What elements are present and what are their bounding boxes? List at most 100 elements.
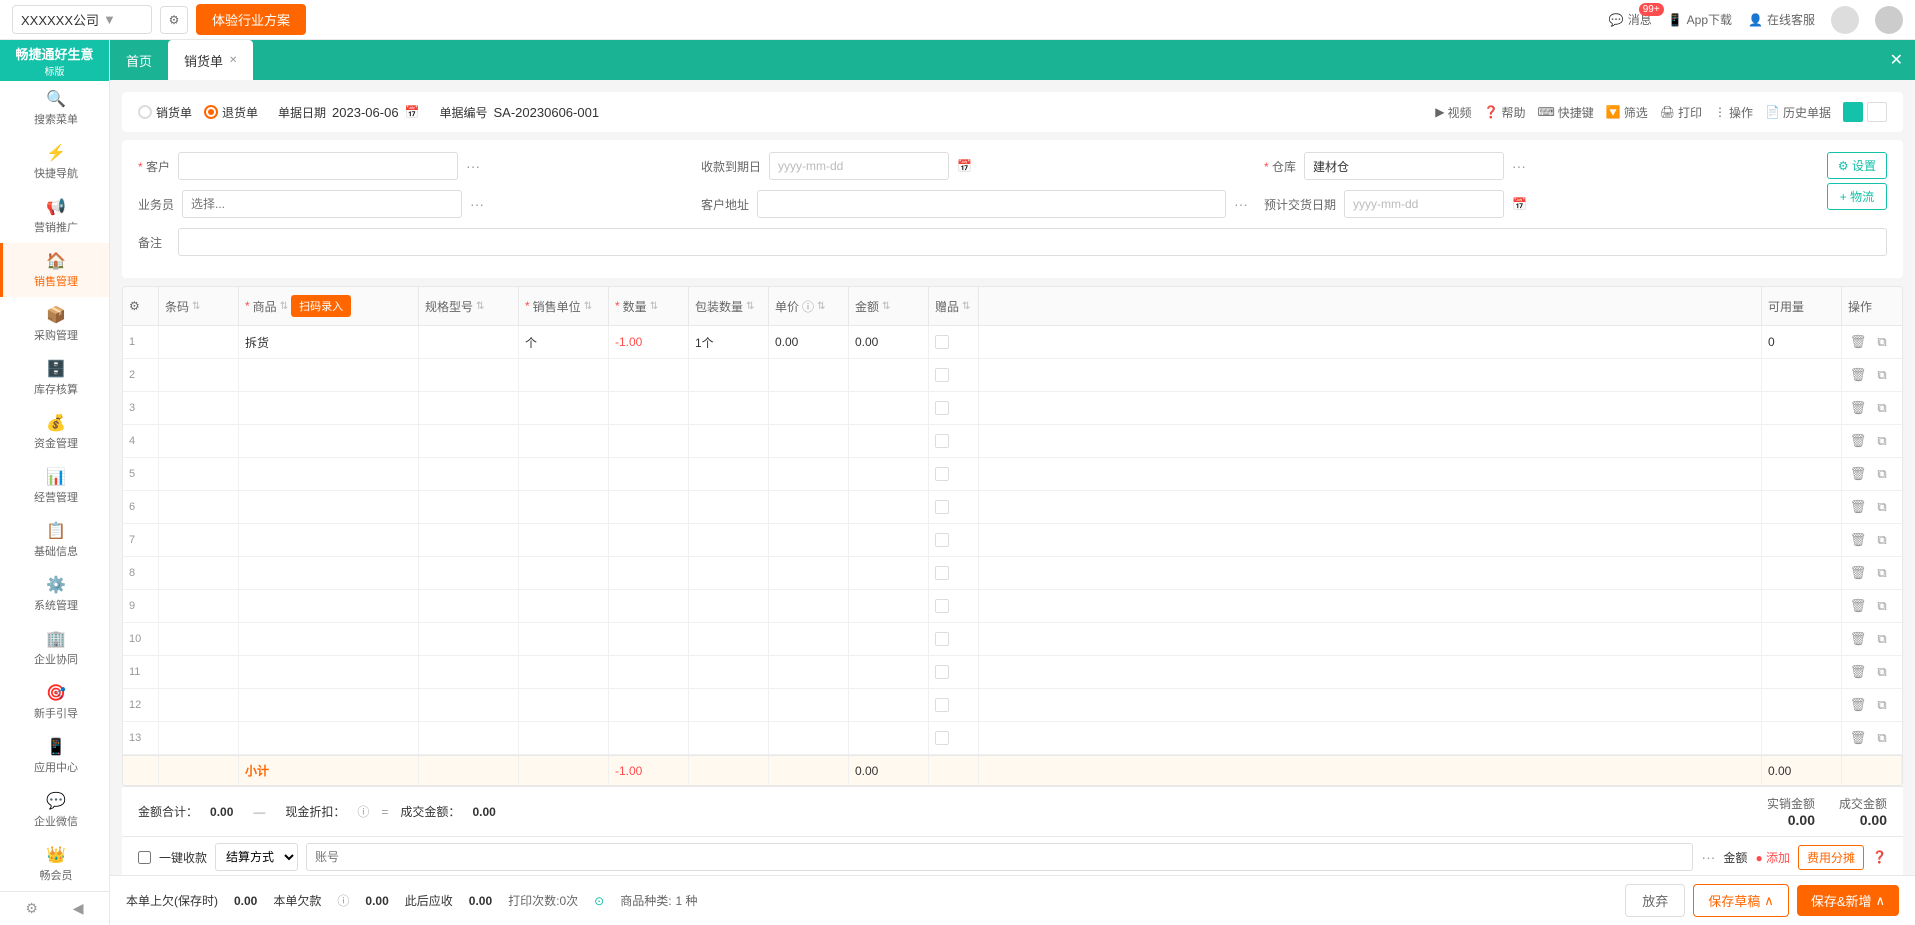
th-price-sort[interactable]: ⇅ [817,301,825,312]
td-amount-7[interactable] [849,524,929,556]
td-qty-13[interactable] [609,722,689,754]
td-product-8[interactable] [239,557,419,589]
gift-checkbox-3[interactable] [935,401,949,415]
td-pkg-1[interactable]: 1个 [689,326,769,358]
td-gift-9[interactable] [929,590,979,622]
td-spec-5[interactable] [419,458,519,490]
trial-button[interactable]: 体验行业方案 [196,4,306,35]
copy-btn-12[interactable]: ⧉ [1872,695,1892,715]
toolbar-print[interactable]: 🖨 打印 [1660,104,1702,121]
tab-close-icon[interactable]: ✕ [229,55,237,66]
td-remark-4[interactable] [979,425,1762,457]
toolbar-help[interactable]: ❓ 帮助 [1483,104,1525,121]
td-product-4[interactable] [239,425,419,457]
td-amount-6[interactable] [849,491,929,523]
toolbar-video[interactable]: ▶ 视频 [1435,104,1471,121]
delete-btn-13[interactable]: 🗑 [1848,728,1868,748]
td-remark-11[interactable] [979,656,1762,688]
sidebar-item-operations[interactable]: 📊 经营管理 [0,459,109,513]
account-dots-btn[interactable]: ··· [1701,849,1715,865]
td-spec-3[interactable] [419,392,519,424]
td-price-8[interactable] [769,557,849,589]
td-amount-5[interactable] [849,458,929,490]
sidebar-item-newbie[interactable]: 🎯 新手引导 [0,675,109,729]
copy-btn-9[interactable]: ⧉ [1872,596,1892,616]
delete-btn-6[interactable]: 🗑 [1848,497,1868,517]
td-remark-12[interactable] [979,689,1762,721]
fee-split-info-icon[interactable]: ❓ [1872,850,1887,864]
td-pkg-9[interactable] [689,590,769,622]
copy-btn-13[interactable]: ⧉ [1872,728,1892,748]
td-product-9[interactable] [239,590,419,622]
td-gift-8[interactable] [929,557,979,589]
td-price-13[interactable] [769,722,849,754]
td-barcode-10[interactable] [159,623,239,655]
save-draft-button[interactable]: 保存草稿 ∧ [1693,884,1789,917]
delete-btn-5[interactable]: 🗑 [1848,464,1868,484]
td-unit-1[interactable]: 个 [519,326,609,358]
td-product-6[interactable] [239,491,419,523]
radio-return-order[interactable]: 退货单 [204,104,258,121]
td-pkg-2[interactable] [689,359,769,391]
copy-btn-11[interactable]: ⧉ [1872,662,1892,682]
add-amount-btn[interactable]: ● 添加 [1755,849,1790,866]
td-spec-8[interactable] [419,557,519,589]
td-amount-3[interactable] [849,392,929,424]
tab-home[interactable]: 首页 [110,40,168,80]
copy-btn-1[interactable]: ⧉ [1872,332,1892,352]
save-new-button[interactable]: 保存&新增 ∧ [1797,885,1899,916]
td-price-9[interactable] [769,590,849,622]
td-unit-6[interactable] [519,491,609,523]
customer-input[interactable] [178,152,458,180]
sidebar-item-app-center[interactable]: 📱 应用中心 [0,729,109,783]
td-amount-11[interactable] [849,656,929,688]
th-spec-sort[interactable]: ⇅ [476,301,484,312]
td-unit-10[interactable] [519,623,609,655]
td-gift-5[interactable] [929,458,979,490]
sidebar-item-basic-info[interactable]: 📋 基础信息 [0,513,109,567]
td-unit-13[interactable] [519,722,609,754]
delete-btn-4[interactable]: 🗑 [1848,431,1868,451]
copy-btn-10[interactable]: ⧉ [1872,629,1892,649]
td-unit-12[interactable] [519,689,609,721]
td-gift-13[interactable] [929,722,979,754]
td-amount-8[interactable] [849,557,929,589]
td-gift-11[interactable] [929,656,979,688]
td-qty-10[interactable] [609,623,689,655]
delete-btn-7[interactable]: 🗑 [1848,530,1868,550]
delete-btn-11[interactable]: 🗑 [1848,662,1868,682]
th-gift-sort[interactable]: ⇅ [962,301,970,312]
td-qty-5[interactable] [609,458,689,490]
warehouse-input[interactable] [1304,152,1504,180]
td-product-1[interactable]: 拆货 [239,326,419,358]
toolbar-history[interactable]: 📄 历史单据 [1765,104,1831,121]
td-product-3[interactable] [239,392,419,424]
td-qty-6[interactable] [609,491,689,523]
delete-btn-3[interactable]: 🗑 [1848,398,1868,418]
td-price-3[interactable] [769,392,849,424]
copy-btn-8[interactable]: ⧉ [1872,563,1892,583]
td-unit-7[interactable] [519,524,609,556]
sidebar-item-purchase[interactable]: 📦 采购管理 [0,297,109,351]
gift-checkbox-5[interactable] [935,467,949,481]
td-pkg-6[interactable] [689,491,769,523]
sidebar-item-vip[interactable]: 👑 畅会员 [0,837,109,891]
gift-checkbox-12[interactable] [935,698,949,712]
sidebar-item-system[interactable]: ⚙️ 系统管理 [0,567,109,621]
td-spec-10[interactable] [419,623,519,655]
overdue-info-icon[interactable]: ⓘ [337,892,349,909]
warehouse-dots-btn[interactable]: ··· [1512,158,1526,174]
td-barcode-11[interactable] [159,656,239,688]
copy-btn-7[interactable]: ⧉ [1872,530,1892,550]
gift-checkbox-8[interactable] [935,566,949,580]
sidebar-item-marketing[interactable]: 📢 营销推广 [0,189,109,243]
toolbar-filter[interactable]: 🔽 筛选 [1606,104,1648,121]
td-price-7[interactable] [769,524,849,556]
td-unit-5[interactable] [519,458,609,490]
td-gift-12[interactable] [929,689,979,721]
notification-button[interactable]: 💬 消息 99+ [1609,11,1652,28]
td-price-10[interactable] [769,623,849,655]
th-product-sort[interactable]: ⇅ [280,301,288,312]
notes-input[interactable] [178,228,1887,256]
td-qty-7[interactable] [609,524,689,556]
